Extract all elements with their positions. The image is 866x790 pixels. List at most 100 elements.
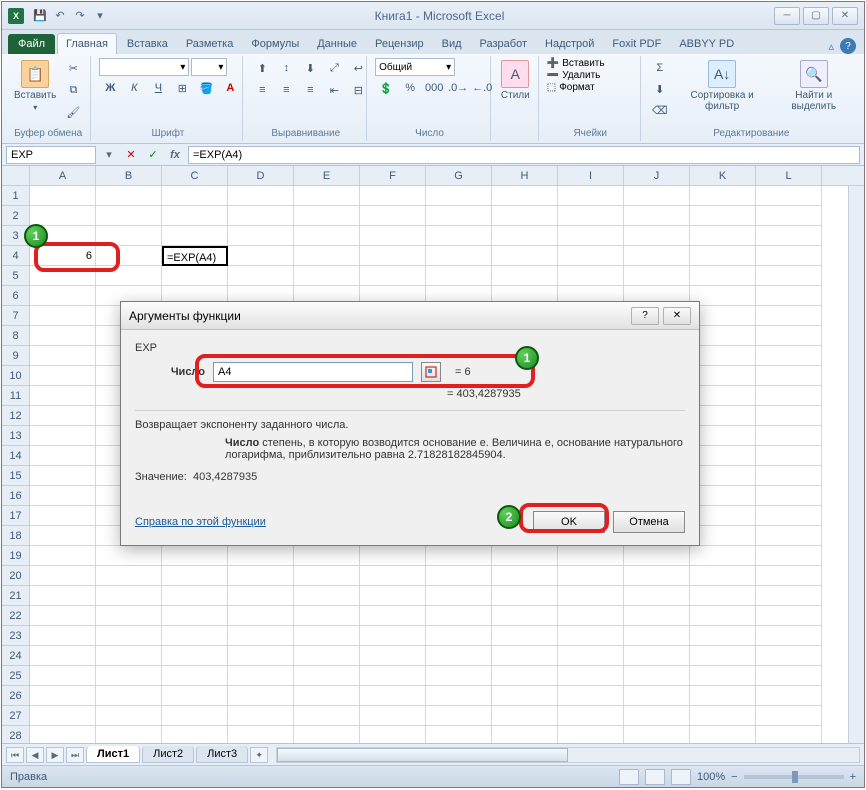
align-top-icon[interactable]: ⬆: [251, 58, 273, 78]
cell[interactable]: [96, 546, 162, 566]
cell[interactable]: [228, 666, 294, 686]
cell[interactable]: [558, 726, 624, 743]
format-cell-label[interactable]: Формат: [559, 82, 595, 93]
cell[interactable]: [426, 226, 492, 246]
page-layout-view-icon[interactable]: [645, 769, 665, 785]
fill-color-icon[interactable]: 🪣: [195, 78, 217, 98]
tab-formulas[interactable]: Формулы: [243, 34, 307, 54]
row-header[interactable]: 1: [2, 186, 29, 206]
cell[interactable]: [360, 666, 426, 686]
cell[interactable]: [624, 206, 690, 226]
cell[interactable]: [690, 186, 756, 206]
cell[interactable]: [690, 606, 756, 626]
cell[interactable]: [492, 246, 558, 266]
row-header[interactable]: 19: [2, 546, 29, 566]
ribbon-minimize-icon[interactable]: ▵: [828, 40, 834, 53]
row-header[interactable]: 11: [2, 386, 29, 406]
row-header[interactable]: 6: [2, 286, 29, 306]
cell[interactable]: [558, 626, 624, 646]
cell[interactable]: [756, 706, 822, 726]
cell[interactable]: [492, 606, 558, 626]
cell[interactable]: [426, 686, 492, 706]
cell[interactable]: [426, 186, 492, 206]
cell[interactable]: [756, 726, 822, 743]
cell[interactable]: [690, 566, 756, 586]
cell[interactable]: [30, 466, 96, 486]
sheet-nav-next-icon[interactable]: ▶: [46, 747, 64, 763]
delete-cell-label[interactable]: Удалить: [562, 70, 600, 81]
row-header[interactable]: 15: [2, 466, 29, 486]
cell[interactable]: [492, 566, 558, 586]
cell[interactable]: [96, 206, 162, 226]
tab-review[interactable]: Рецензир: [367, 34, 432, 54]
tab-abbyy[interactable]: ABBYY PD: [671, 34, 742, 54]
ok-button[interactable]: OK: [533, 511, 605, 533]
cell[interactable]: [162, 206, 228, 226]
cell[interactable]: [756, 306, 822, 326]
cell[interactable]: [96, 586, 162, 606]
tab-addins[interactable]: Надстрой: [537, 34, 602, 54]
cell[interactable]: [294, 606, 360, 626]
maximize-button[interactable]: ▢: [803, 7, 829, 25]
row-header[interactable]: 18: [2, 526, 29, 546]
sheet-tab-1[interactable]: Лист1: [86, 746, 140, 763]
cell[interactable]: [294, 186, 360, 206]
cell[interactable]: [756, 506, 822, 526]
row-header[interactable]: 28: [2, 726, 29, 743]
number-format-combo[interactable]: Общий▾: [375, 58, 455, 76]
cell[interactable]: [756, 526, 822, 546]
cell[interactable]: [756, 486, 822, 506]
font-color-icon[interactable]: A: [219, 78, 241, 98]
cell[interactable]: [492, 586, 558, 606]
cell[interactable]: [756, 226, 822, 246]
cell[interactable]: [228, 246, 294, 266]
cell[interactable]: [360, 246, 426, 266]
autosum-icon[interactable]: Σ: [649, 58, 671, 78]
cell[interactable]: [294, 546, 360, 566]
cell[interactable]: [30, 446, 96, 466]
cell[interactable]: [426, 666, 492, 686]
cell[interactable]: [756, 246, 822, 266]
cell[interactable]: [228, 686, 294, 706]
cell[interactable]: [690, 726, 756, 743]
cell[interactable]: [30, 706, 96, 726]
cell[interactable]: [624, 566, 690, 586]
cell[interactable]: [690, 546, 756, 566]
cell[interactable]: [360, 606, 426, 626]
normal-view-icon[interactable]: [619, 769, 639, 785]
cell[interactable]: [360, 706, 426, 726]
currency-icon[interactable]: 💲: [375, 78, 397, 98]
help-link[interactable]: Справка по этой функции: [135, 516, 525, 528]
cell[interactable]: [30, 566, 96, 586]
cell[interactable]: [558, 566, 624, 586]
cell[interactable]: [756, 646, 822, 666]
row-header[interactable]: 2: [2, 206, 29, 226]
align-middle-icon[interactable]: ↕: [275, 58, 297, 78]
cell[interactable]: [426, 606, 492, 626]
cell[interactable]: [228, 586, 294, 606]
cell[interactable]: [690, 686, 756, 706]
inc-decimal-icon[interactable]: .0→: [447, 78, 469, 98]
cell[interactable]: [690, 706, 756, 726]
cell[interactable]: [426, 266, 492, 286]
cell[interactable]: [624, 706, 690, 726]
merge-icon[interactable]: ⊟: [347, 80, 369, 100]
column-header[interactable]: B: [96, 166, 162, 185]
cell[interactable]: [162, 186, 228, 206]
cell[interactable]: [756, 386, 822, 406]
row-header[interactable]: 12: [2, 406, 29, 426]
cell[interactable]: [294, 626, 360, 646]
zoom-slider[interactable]: [744, 775, 844, 779]
cell[interactable]: [690, 266, 756, 286]
cell[interactable]: [228, 266, 294, 286]
cell[interactable]: [162, 266, 228, 286]
cell[interactable]: [228, 646, 294, 666]
argument-input[interactable]: [213, 362, 413, 382]
column-header[interactable]: I: [558, 166, 624, 185]
cell[interactable]: [360, 566, 426, 586]
sort-filter-button[interactable]: A↓ Сортировка и фильтр: [675, 58, 770, 114]
cell[interactable]: [624, 686, 690, 706]
cell[interactable]: [624, 226, 690, 246]
cell[interactable]: [228, 566, 294, 586]
range-selector-icon[interactable]: [421, 362, 441, 382]
